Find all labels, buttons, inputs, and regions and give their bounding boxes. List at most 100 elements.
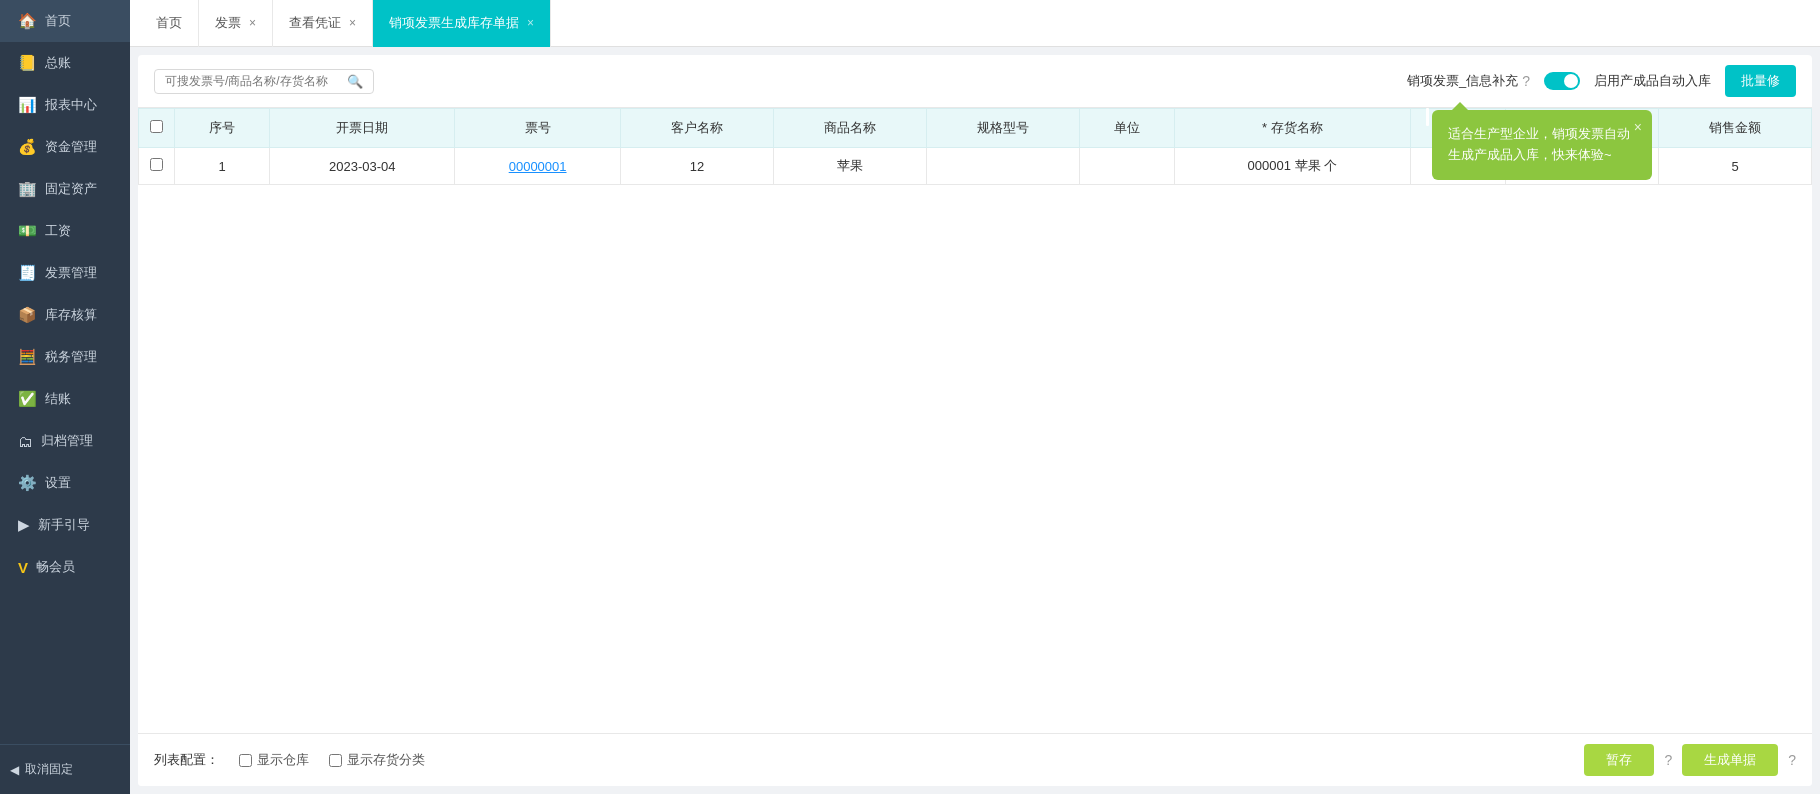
tab-home[interactable]: 首页 xyxy=(140,0,199,47)
sidebar-item-guide[interactable]: ▶ 新手引导 xyxy=(0,504,130,546)
footer-right: 暂存 ? 生成单据 ? xyxy=(1584,744,1796,776)
sidebar: 🏠 首页 📒 总账 📊 报表中心 💰 资金管理 🏢 固定资产 💵 工资 🧾 发票… xyxy=(0,0,130,794)
row-product: 苹果 xyxy=(773,148,926,185)
archive-icon: 🗂 xyxy=(18,433,33,450)
sidebar-item-label: 畅会员 xyxy=(36,558,75,576)
header-customer: 客户名称 xyxy=(621,109,774,148)
tooltip-cursor xyxy=(1426,108,1429,126)
header-ticket-no: 票号 xyxy=(455,109,621,148)
sidebar-item-label: 报表中心 xyxy=(45,96,97,114)
tab-invoice[interactable]: 发票 × xyxy=(199,0,273,47)
header-product: 商品名称 xyxy=(773,109,926,148)
row-unit xyxy=(1079,148,1174,185)
generate-help-icon[interactable]: ? xyxy=(1788,752,1796,768)
pin-icon: ◀ xyxy=(10,763,19,777)
sidebar-item-ledger[interactable]: 📒 总账 xyxy=(0,42,130,84)
sidebar-item-tax[interactable]: 🧮 税务管理 xyxy=(0,336,130,378)
close-books-icon: ✅ xyxy=(18,390,37,408)
generate-button[interactable]: 生成单据 xyxy=(1682,744,1778,776)
show-warehouse-label[interactable]: 显示仓库 xyxy=(239,751,309,769)
tab-sales-invoice-close[interactable]: × xyxy=(527,16,534,30)
sidebar-item-vip[interactable]: V 畅会员 xyxy=(0,546,130,588)
sidebar-item-assets[interactable]: 🏢 固定资产 xyxy=(0,168,130,210)
cancel-pin-label: 取消固定 xyxy=(25,761,73,778)
header-unit: 单位 xyxy=(1079,109,1174,148)
tab-invoice-label: 发票 xyxy=(215,14,241,32)
sidebar-item-inventory[interactable]: 📦 库存核算 xyxy=(0,294,130,336)
save-button[interactable]: 暂存 xyxy=(1584,744,1654,776)
sidebar-item-reports[interactable]: 📊 报表中心 xyxy=(0,84,130,126)
sidebar-item-label: 归档管理 xyxy=(41,432,93,450)
toolbar-right: 销项发票_信息补充 ? 启用产成品自动入库 批量修 xyxy=(1407,65,1796,97)
tab-voucher-label: 查看凭证 xyxy=(289,14,341,32)
row-seq: 1 xyxy=(175,148,270,185)
report-icon: 📊 xyxy=(18,96,37,114)
cancel-pin-button[interactable]: ◀ 取消固定 xyxy=(0,753,130,786)
search-input[interactable] xyxy=(165,74,341,88)
auto-inbound-toggle[interactable] xyxy=(1544,72,1580,90)
home-icon: 🏠 xyxy=(18,12,37,30)
sidebar-item-capital[interactable]: 💰 资金管理 xyxy=(0,126,130,168)
save-help-icon[interactable]: ? xyxy=(1664,752,1672,768)
tab-bar: 首页 发票 × 查看凭证 × 销项发票生成库存单据 × xyxy=(130,0,1820,47)
sidebar-item-salary[interactable]: 💵 工资 xyxy=(0,210,130,252)
sidebar-item-settings[interactable]: ⚙️ 设置 xyxy=(0,462,130,504)
sidebar-item-label: 工资 xyxy=(45,222,71,240)
tab-sales-invoice[interactable]: 销项发票生成库存单据 × xyxy=(373,0,551,47)
header-amount: 销售金额 xyxy=(1659,109,1812,148)
content-area: 🔍 销项发票_信息补充 ? 启用产成品自动入库 批量修 xyxy=(138,55,1812,786)
row-date: 2023-03-04 xyxy=(270,148,455,185)
show-category-label[interactable]: 显示存货分类 xyxy=(329,751,425,769)
footer: 列表配置： 显示仓库 显示存货分类 暂存 ? 生成单据 ? xyxy=(138,733,1812,786)
assets-icon: 🏢 xyxy=(18,180,37,198)
toggle-label: 启用产成品自动入库 xyxy=(1594,72,1711,90)
header-inventory: * 存货名称 xyxy=(1174,109,1410,148)
row-spec xyxy=(926,148,1079,185)
table-wrap: 序号 开票日期 票号 客户名称 商品名称 规格型号 单位 * 存货名称 数量 销… xyxy=(138,108,1812,733)
ticket-no-link[interactable]: 00000001 xyxy=(509,159,567,174)
sidebar-item-label: 资金管理 xyxy=(45,138,97,156)
row-amount: 5 xyxy=(1659,148,1812,185)
sidebar-item-label: 首页 xyxy=(45,12,71,30)
info-help-icon[interactable]: ? xyxy=(1522,73,1530,89)
row-checkbox-cell xyxy=(139,148,175,185)
sidebar-item-label: 发票管理 xyxy=(45,264,97,282)
row-checkbox[interactable] xyxy=(150,158,163,171)
sidebar-item-invoice[interactable]: 🧾 发票管理 xyxy=(0,252,130,294)
capital-icon: 💰 xyxy=(18,138,37,156)
batch-edit-button[interactable]: 批量修 xyxy=(1725,65,1796,97)
tooltip-close-button[interactable]: × xyxy=(1634,116,1642,138)
inventory-icon: 📦 xyxy=(18,306,37,324)
tab-home-label: 首页 xyxy=(156,14,182,32)
invoice-icon: 🧾 xyxy=(18,264,37,282)
sidebar-item-label: 固定资产 xyxy=(45,180,97,198)
sidebar-item-label: 新手引导 xyxy=(38,516,90,534)
sidebar-item-label: 设置 xyxy=(45,474,71,492)
sidebar-item-close[interactable]: ✅ 结账 xyxy=(0,378,130,420)
header-spec: 规格型号 xyxy=(926,109,1079,148)
sidebar-bottom: ◀ 取消固定 xyxy=(0,744,130,794)
tab-voucher-close[interactable]: × xyxy=(349,16,356,30)
row-ticket-no[interactable]: 00000001 xyxy=(455,148,621,185)
show-category-checkbox[interactable] xyxy=(329,754,342,767)
search-box[interactable]: 🔍 xyxy=(154,69,374,94)
sidebar-item-archive[interactable]: 🗂 归档管理 xyxy=(0,420,130,462)
show-warehouse-checkbox[interactable] xyxy=(239,754,252,767)
header-seq: 序号 xyxy=(175,109,270,148)
search-icon: 🔍 xyxy=(347,74,363,89)
tab-voucher[interactable]: 查看凭证 × xyxy=(273,0,373,47)
sidebar-item-home[interactable]: 🏠 首页 xyxy=(0,0,130,42)
header-checkbox-cell xyxy=(139,109,175,148)
salary-icon: 💵 xyxy=(18,222,37,240)
ledger-icon: 📒 xyxy=(18,54,37,72)
sidebar-item-label: 库存核算 xyxy=(45,306,97,324)
sidebar-item-label: 总账 xyxy=(45,54,71,72)
row-inventory[interactable]: 000001 苹果 个 xyxy=(1174,148,1410,185)
sidebar-item-label: 税务管理 xyxy=(45,348,97,366)
tab-sales-invoice-label: 销项发票生成库存单据 xyxy=(389,14,519,32)
main-area: 首页 发票 × 查看凭证 × 销项发票生成库存单据 × 🔍 销项发票_信息补充 xyxy=(130,0,1820,794)
select-all-checkbox[interactable] xyxy=(150,120,163,133)
toolbar: 🔍 销项发票_信息补充 ? 启用产成品自动入库 批量修 xyxy=(138,55,1812,108)
info-label: 销项发票_信息补充 ? xyxy=(1407,72,1530,90)
tab-invoice-close[interactable]: × xyxy=(249,16,256,30)
